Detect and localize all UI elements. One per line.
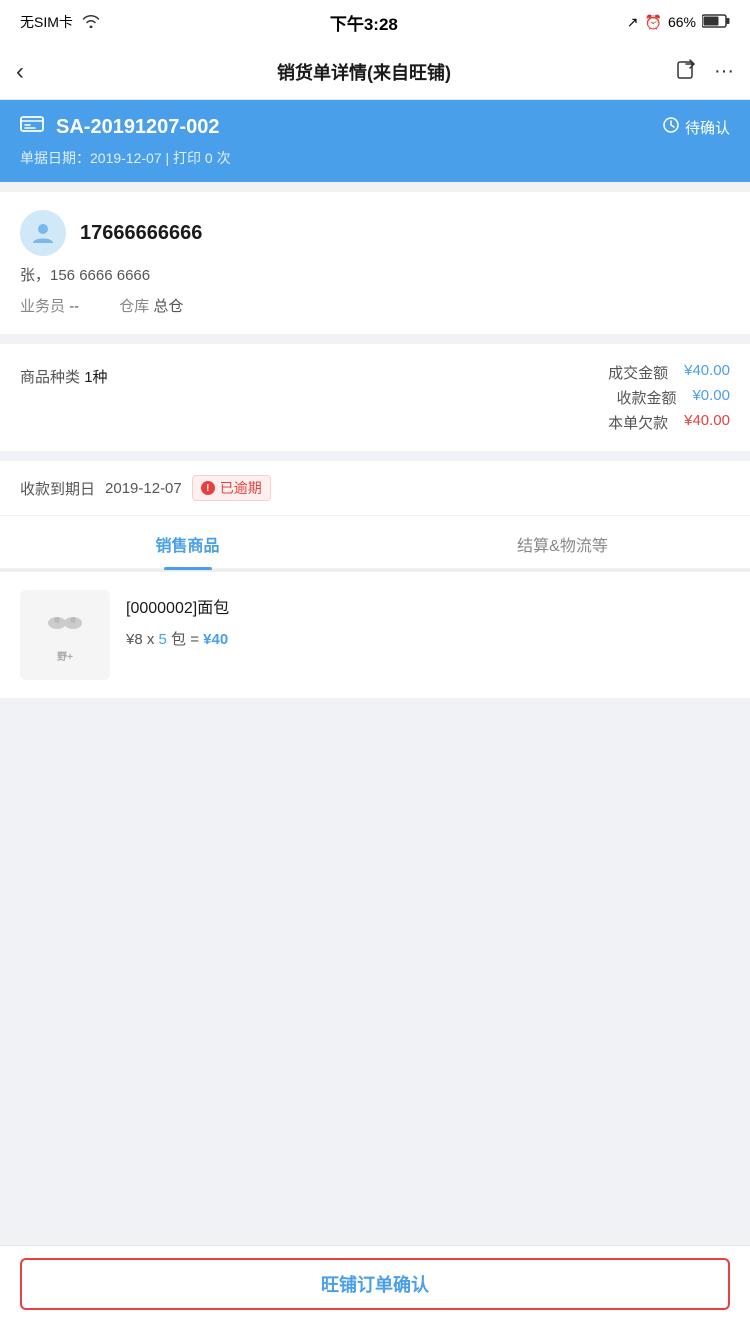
confirm-order-button[interactable]: 旺铺订单确认: [20, 1258, 730, 1310]
amount-value: ¥40.00: [684, 362, 730, 383]
product-price-row: ¥8 x 5 包 = ¥40: [126, 628, 730, 649]
customer-section: 17666666666 张，156 6666 6666 业务员 -- 仓库 总仓: [0, 192, 750, 334]
stats-section: 商品种类 1种 成交金额 ¥40.00 收款金额 ¥0.00 本单欠款 ¥40.…: [0, 344, 750, 451]
clock-icon: [663, 117, 679, 137]
salesperson-value: --: [69, 298, 79, 315]
avatar: [20, 210, 66, 256]
owed-row: 本单欠款 ¥40.00: [608, 412, 730, 433]
salesperson-item: 业务员 --: [20, 295, 79, 316]
received-value: ¥0.00: [692, 387, 730, 408]
received-row: 收款金额 ¥0.00: [616, 387, 730, 408]
warehouse-label: 仓库: [119, 298, 149, 315]
owed-value: ¥40.00: [684, 412, 730, 433]
product-section: 野+ [0000002]面包 ¥8 x 5 包 = ¥40: [0, 572, 750, 698]
order-status-label: 待确认: [685, 117, 730, 138]
salesperson-label: 业务员: [20, 298, 65, 315]
product-total: ¥40: [203, 631, 228, 648]
carrier-label: 无SIM卡: [20, 12, 73, 32]
more-button[interactable]: ···: [714, 60, 734, 83]
nav-actions: ···: [676, 58, 734, 86]
due-label: 收款到期日: [20, 478, 95, 499]
status-left: 无SIM卡: [20, 12, 101, 32]
wifi-icon: [81, 14, 101, 31]
tabs-row: 销售商品 结算&物流等: [0, 516, 750, 570]
empty-area: [0, 698, 750, 898]
order-date: 单据日期：2019-12-07 | 打印 0 次: [20, 148, 730, 168]
warehouse-item: 仓库 总仓: [119, 295, 183, 316]
order-icon: [20, 114, 46, 140]
product-thumb-icon: [45, 607, 85, 646]
order-id: SA-20191207-002: [20, 114, 219, 140]
order-status: 待确认: [663, 117, 730, 138]
product-thumbnail: 野+: [20, 590, 110, 680]
tabs-section: 销售商品 结算&物流等: [0, 516, 750, 571]
bottom-bar: 旺铺订单确认: [0, 1245, 750, 1334]
location-icon: ↗: [627, 14, 639, 31]
type-count: 1种: [84, 369, 107, 386]
status-right: ↗ ⏰ 66%: [627, 14, 730, 31]
stats-left: 商品种类 1种: [20, 362, 108, 387]
order-header: SA-20191207-002 待确认 单据日期：2019-12-07 | 打印…: [0, 100, 750, 182]
product-thumb-text: 野+: [57, 648, 73, 663]
overdue-icon: !: [201, 481, 215, 495]
status-time: 下午3:28: [330, 10, 398, 35]
nav-bar: ‹ 销货单详情(来自旺铺) ···: [0, 44, 750, 100]
received-label: 收款金额: [616, 387, 676, 408]
battery-label: 66%: [668, 14, 696, 30]
amount-label: 成交金额: [608, 362, 668, 383]
owed-label: 本单欠款: [608, 412, 668, 433]
warehouse-value: 总仓: [153, 298, 183, 315]
battery-icon: [702, 14, 730, 31]
tab-settlement[interactable]: 结算&物流等: [375, 516, 750, 568]
tab-sales-products[interactable]: 销售商品: [0, 516, 375, 568]
alarm-icon: ⏰: [645, 14, 662, 31]
product-item: 野+ [0000002]面包 ¥8 x 5 包 = ¥40: [0, 572, 750, 698]
due-date: 2019-12-07: [105, 480, 182, 497]
stats-right: 成交金额 ¥40.00 收款金额 ¥0.00 本单欠款 ¥40.00: [608, 362, 730, 433]
product-name: [0000002]面包: [126, 594, 730, 618]
product-info: [0000002]面包 ¥8 x 5 包 = ¥40: [126, 590, 730, 649]
product-qty: 5: [159, 631, 167, 648]
customer-name: 张，156 6666 6666: [20, 264, 730, 285]
status-bar: 无SIM卡 下午3:28 ↗ ⏰ 66%: [0, 0, 750, 44]
overdue-badge: ! 已逾期: [192, 475, 271, 501]
back-button[interactable]: ‹: [16, 58, 52, 86]
nav-title: 销货单详情(来自旺铺): [52, 59, 676, 85]
overdue-label: 已逾期: [220, 478, 262, 498]
customer-meta: 业务员 -- 仓库 总仓: [20, 295, 730, 316]
amount-row: 成交金额 ¥40.00: [608, 362, 730, 383]
type-label: 商品种类: [20, 369, 80, 386]
customer-phone: 17666666666: [80, 222, 202, 245]
share-button[interactable]: [676, 58, 698, 86]
due-section: 收款到期日 2019-12-07 ! 已逾期: [0, 461, 750, 516]
